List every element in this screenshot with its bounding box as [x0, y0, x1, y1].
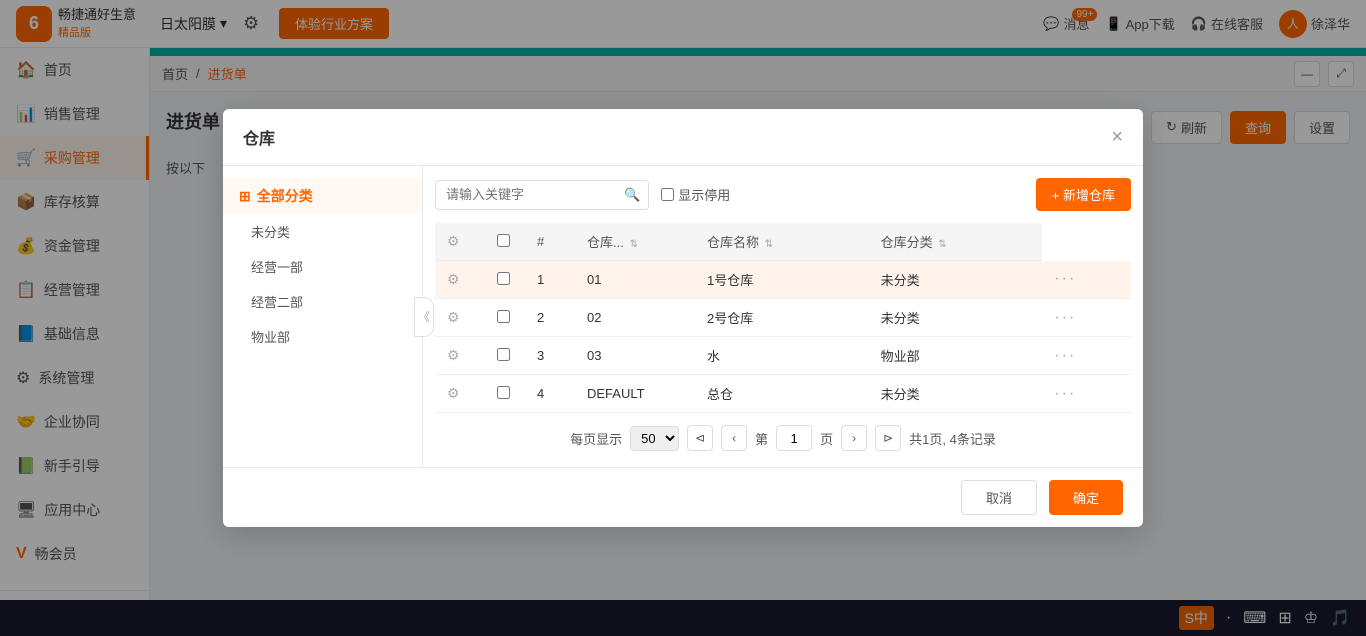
page-last-btn[interactable]: ⊳ [875, 425, 901, 451]
page-number-input[interactable] [776, 425, 812, 451]
row-num: 2 [525, 299, 575, 337]
category-sidebar: ⊞ 全部分类 未分类 经营一部 经营二部 物业部 《 [223, 166, 423, 467]
row-name: 1号仓库 [695, 261, 869, 299]
row-code: 03 [575, 337, 695, 375]
page-next-btn[interactable]: › [841, 425, 867, 451]
th-category[interactable]: 仓库分类 ⇅ [869, 223, 1043, 261]
th-gear: ⚙ [435, 223, 485, 261]
row-more[interactable]: ··· [1042, 261, 1131, 299]
row-category: 物业部 [869, 337, 1043, 375]
row-name: 总仓 [695, 375, 869, 413]
page-first-btn[interactable]: ⊲ [687, 425, 713, 451]
add-warehouse-button[interactable]: + 新增仓库 [1036, 178, 1131, 211]
row-gear[interactable]: ⚙ [435, 299, 485, 337]
confirm-button[interactable]: 确定 [1049, 480, 1123, 515]
cat-item-2[interactable]: 经营二部 [223, 284, 422, 319]
row-category: 未分类 [869, 299, 1043, 337]
row-gear[interactable]: ⚙ [435, 337, 485, 375]
modal-title: 仓库 [243, 125, 275, 149]
modal-body: ⊞ 全部分类 未分类 经营一部 经营二部 物业部 《 🔍 [223, 166, 1143, 467]
cat-all-icon: ⊞ [239, 188, 251, 205]
row-more[interactable]: ··· [1042, 299, 1131, 337]
table-row[interactable]: ⚙ 2 02 2号仓库 未分类 ··· [435, 299, 1131, 337]
modal-header: 仓库 × [223, 109, 1143, 166]
table-head-row: ⚙ # 仓库... ⇅ [435, 223, 1131, 261]
row-gear[interactable]: ⚙ [435, 261, 485, 299]
cancel-button[interactable]: 取消 [961, 480, 1037, 515]
search-input[interactable] [436, 181, 616, 208]
row-code: DEFAULT [575, 375, 695, 413]
table-area: 🔍 显示停用 + 新增仓库 ⚙ [423, 166, 1143, 467]
table-row[interactable]: ⚙ 1 01 1号仓库 未分类 ··· [435, 261, 1131, 299]
row-gear[interactable]: ⚙ [435, 375, 485, 413]
search-icon[interactable]: 🔍 [616, 181, 648, 209]
table-toolbar: 🔍 显示停用 + 新增仓库 [435, 178, 1131, 211]
row-code: 02 [575, 299, 695, 337]
row-num: 4 [525, 375, 575, 413]
cat-item-1[interactable]: 经营一部 [223, 249, 422, 284]
row-name: 水 [695, 337, 869, 375]
row-category: 未分类 [869, 375, 1043, 413]
table-scroll-area: ⚙ # 仓库... ⇅ [435, 223, 1131, 413]
row-num: 1 [525, 261, 575, 299]
page-prev-btn[interactable]: ‹ [721, 425, 747, 451]
row-code: 01 [575, 261, 695, 299]
th-num: # [525, 223, 575, 261]
row-check[interactable] [485, 375, 525, 413]
modal-footer: 取消 确定 [223, 467, 1143, 527]
th-check [485, 223, 525, 261]
search-box: 🔍 [435, 180, 649, 210]
row-check[interactable] [485, 337, 525, 375]
show-disabled-label: 显示停用 [661, 185, 730, 204]
category-collapse-button[interactable]: 《 [414, 297, 434, 337]
row-category: 未分类 [869, 261, 1043, 299]
th-code[interactable]: 仓库... ⇅ [575, 223, 695, 261]
per-page-select[interactable]: 50 [630, 426, 679, 451]
row-more[interactable]: ··· [1042, 375, 1131, 413]
modal-close-button[interactable]: × [1111, 127, 1123, 147]
row-num: 3 [525, 337, 575, 375]
table-head: ⚙ # 仓库... ⇅ [435, 223, 1131, 261]
row-name: 2号仓库 [695, 299, 869, 337]
row-check[interactable] [485, 261, 525, 299]
warehouse-modal: 仓库 × ⊞ 全部分类 未分类 经营一部 经营二部 物业部 《 [223, 109, 1143, 527]
modal-overlay: 仓库 × ⊞ 全部分类 未分类 经营一部 经营二部 物业部 《 [0, 0, 1366, 636]
table-row[interactable]: ⚙ 4 DEFAULT 总仓 未分类 ··· [435, 375, 1131, 413]
table-body: ⚙ 1 01 1号仓库 未分类 ··· ⚙ [435, 261, 1131, 413]
th-name[interactable]: 仓库名称 ⇅ [695, 223, 869, 261]
table-row[interactable]: ⚙ 3 03 水 物业部 ··· [435, 337, 1131, 375]
show-disabled-checkbox[interactable] [661, 188, 674, 201]
warehouse-table: ⚙ # 仓库... ⇅ [435, 223, 1131, 413]
page-total-info: 共1页, 4条记录 [909, 429, 996, 448]
cat-item-0[interactable]: 未分类 [223, 214, 422, 249]
cat-all-item[interactable]: ⊞ 全部分类 [223, 178, 422, 214]
row-more[interactable]: ··· [1042, 337, 1131, 375]
row-check[interactable] [485, 299, 525, 337]
cat-item-3[interactable]: 物业部 [223, 319, 422, 354]
cat-all-label: 全部分类 [257, 186, 313, 206]
select-all-checkbox[interactable] [497, 234, 510, 247]
pagination: 每页显示 50 ⊲ ‹ 第 页 › ⊳ 共1页, 4条记录 [435, 413, 1131, 455]
